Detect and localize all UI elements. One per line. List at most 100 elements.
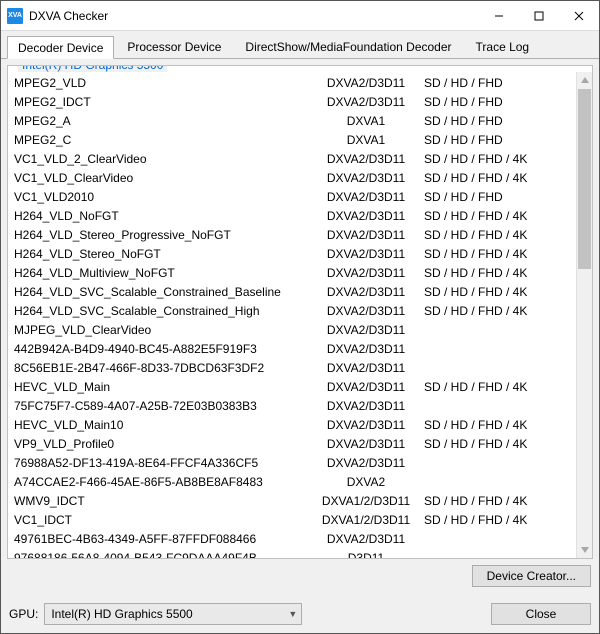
gpu-select[interactable]: Intel(R) HD Graphics 5500 ▼ xyxy=(44,603,302,625)
decoder-resolutions: SD / HD / FHD xyxy=(420,131,588,150)
scroll-up-button[interactable] xyxy=(577,72,592,88)
decoder-api: DXVA2/D3D11 xyxy=(312,530,420,549)
decoder-api: DXVA1 xyxy=(312,131,420,150)
decoder-name: VC1_VLD_ClearVideo xyxy=(14,169,312,188)
decoder-resolutions xyxy=(420,359,588,378)
decoder-api: DXVA2/D3D11 xyxy=(312,378,420,397)
decoder-resolutions: SD / HD / FHD / 4K xyxy=(420,283,588,302)
table-row[interactable]: VC1_VLD_ClearVideoDXVA2/D3D11SD / HD / F… xyxy=(14,169,588,188)
decoder-api: DXVA1/2/D3D11 xyxy=(312,511,420,530)
decoder-resolutions: SD / HD / FHD / 4K xyxy=(420,226,588,245)
table-row[interactable]: MPEG2_VLDDXVA2/D3D11SD / HD / FHD xyxy=(14,74,588,93)
table-row[interactable]: VC1_VLD_2_ClearVideoDXVA2/D3D11SD / HD /… xyxy=(14,150,588,169)
decoder-api: DXVA2/D3D11 xyxy=(312,302,420,321)
table-row[interactable]: H264_VLD_SVC_Scalable_Constrained_HighDX… xyxy=(14,302,588,321)
scroll-thumb[interactable] xyxy=(578,89,591,269)
decoder-resolutions: SD / HD / FHD / 4K xyxy=(420,378,588,397)
app-icon: XVA xyxy=(7,8,23,24)
decoder-api: DXVA1 xyxy=(312,112,420,131)
decoder-api: DXVA2/D3D11 xyxy=(312,264,420,283)
decoder-resolutions xyxy=(420,549,588,558)
decoder-api: DXVA2/D3D11 xyxy=(312,416,420,435)
tab-directshow-mediafoundation-decoder[interactable]: DirectShow/MediaFoundation Decoder xyxy=(234,35,462,58)
gpu-selected-value: Intel(R) HD Graphics 5500 xyxy=(51,607,192,621)
decoder-name: 76988A52-DF13-419A-8E64-FFCF4A336CF5 xyxy=(14,454,312,473)
table-row[interactable]: H264_VLD_NoFGTDXVA2/D3D11SD / HD / FHD /… xyxy=(14,207,588,226)
decoder-api: DXVA2 xyxy=(312,473,420,492)
decoder-name: H264_VLD_Multiview_NoFGT xyxy=(14,264,312,283)
decoder-name: 75FC75F7-C589-4A07-A25B-72E03B0383B3 xyxy=(14,397,312,416)
table-row[interactable]: 49761BEC-4B63-4349-A5FF-87FFDF088466DXVA… xyxy=(14,530,588,549)
decoder-resolutions: SD / HD / FHD / 4K xyxy=(420,245,588,264)
decoder-name: HEVC_VLD_Main10 xyxy=(14,416,312,435)
gpu-label: GPU: xyxy=(9,607,38,621)
decoder-resolutions xyxy=(420,340,588,359)
decoder-resolutions: SD / HD / FHD / 4K xyxy=(420,150,588,169)
decoder-resolutions: SD / HD / FHD xyxy=(420,74,588,93)
decoder-name: MJPEG_VLD_ClearVideo xyxy=(14,321,312,340)
decoder-api: DXVA2/D3D11 xyxy=(312,245,420,264)
decoder-resolutions: SD / HD / FHD / 4K xyxy=(420,492,588,511)
table-row[interactable]: H264_VLD_SVC_Scalable_Constrained_Baseli… xyxy=(14,283,588,302)
decoder-name: WMV9_IDCT xyxy=(14,492,312,511)
decoder-resolutions: SD / HD / FHD xyxy=(420,93,588,112)
decoder-name: MPEG2_A xyxy=(14,112,312,131)
table-row[interactable]: H264_VLD_Stereo_Progressive_NoFGTDXVA2/D… xyxy=(14,226,588,245)
vertical-scrollbar[interactable] xyxy=(576,72,592,558)
tab-decoder-device[interactable]: Decoder Device xyxy=(7,36,114,59)
decoder-name: H264_VLD_Stereo_Progressive_NoFGT xyxy=(14,226,312,245)
decoder-api: DXVA2/D3D11 xyxy=(312,435,420,454)
decoder-api: DXVA2/D3D11 xyxy=(312,150,420,169)
app-window: XVA DXVA Checker Decoder Device Processo… xyxy=(0,0,600,634)
scroll-track[interactable] xyxy=(577,270,592,542)
table-row[interactable]: H264_VLD_Stereo_NoFGTDXVA2/D3D11SD / HD … xyxy=(14,245,588,264)
scroll-down-button[interactable] xyxy=(577,542,592,558)
decoder-api: DXVA2/D3D11 xyxy=(312,321,420,340)
tab-trace-log[interactable]: Trace Log xyxy=(465,35,541,58)
decoder-api: D3D11 xyxy=(312,549,420,558)
table-row[interactable]: MPEG2_ADXVA1SD / HD / FHD xyxy=(14,112,588,131)
decoder-api: DXVA2/D3D11 xyxy=(312,359,420,378)
table-row[interactable]: MPEG2_IDCTDXVA2/D3D11SD / HD / FHD xyxy=(14,93,588,112)
decoder-resolutions: SD / HD / FHD xyxy=(420,112,588,131)
decoder-api: DXVA2/D3D11 xyxy=(312,340,420,359)
table-row[interactable]: 8C56EB1E-2B47-466F-8D33-7DBCD63F3DF2DXVA… xyxy=(14,359,588,378)
decoder-name: 442B942A-B4D9-4940-BC45-A882E5F919F3 xyxy=(14,340,312,359)
minimize-button[interactable] xyxy=(479,1,519,31)
table-row[interactable]: H264_VLD_Multiview_NoFGTDXVA2/D3D11SD / … xyxy=(14,264,588,283)
maximize-button[interactable] xyxy=(519,1,559,31)
table-row[interactable]: 97688186-56A8-4094-B543-FC9DAAA49F4BD3D1… xyxy=(14,549,588,558)
decoder-api: DXVA1/2/D3D11 xyxy=(312,492,420,511)
close-button[interactable]: Close xyxy=(491,603,591,625)
table-row[interactable]: HEVC_VLD_Main10DXVA2/D3D11SD / HD / FHD … xyxy=(14,416,588,435)
decoder-api: DXVA2/D3D11 xyxy=(312,74,420,93)
decoder-resolutions: SD / HD / FHD / 4K xyxy=(420,169,588,188)
table-row[interactable]: 75FC75F7-C589-4A07-A25B-72E03B0383B3DXVA… xyxy=(14,397,588,416)
decoder-resolutions xyxy=(420,397,588,416)
decoder-list[interactable]: MPEG2_VLDDXVA2/D3D11SD / HD / FHDMPEG2_I… xyxy=(8,72,592,558)
table-row[interactable]: HEVC_VLD_MainDXVA2/D3D11SD / HD / FHD / … xyxy=(14,378,588,397)
decoder-name: VP9_VLD_Profile0 xyxy=(14,435,312,454)
table-row[interactable]: WMV9_IDCTDXVA1/2/D3D11SD / HD / FHD / 4K xyxy=(14,492,588,511)
table-row[interactable]: 76988A52-DF13-419A-8E64-FFCF4A336CF5DXVA… xyxy=(14,454,588,473)
device-creator-button[interactable]: Device Creator... xyxy=(472,565,591,587)
group-title: Intel(R) HD Graphics 5500 xyxy=(18,65,167,72)
table-row[interactable]: VP9_VLD_Profile0DXVA2/D3D11SD / HD / FHD… xyxy=(14,435,588,454)
table-row[interactable]: VC1_VLD2010DXVA2/D3D11SD / HD / FHD xyxy=(14,188,588,207)
close-window-button[interactable] xyxy=(559,1,599,31)
decoder-resolutions: SD / HD / FHD / 4K xyxy=(420,264,588,283)
table-row[interactable]: A74CCAE2-F466-45AE-86F5-AB8BE8AF8483DXVA… xyxy=(14,473,588,492)
table-row[interactable]: MJPEG_VLD_ClearVideoDXVA2/D3D11 xyxy=(14,321,588,340)
decoder-api: DXVA2/D3D11 xyxy=(312,283,420,302)
tab-processor-device[interactable]: Processor Device xyxy=(116,35,232,58)
decoder-resolutions xyxy=(420,454,588,473)
decoder-name: VC1_IDCT xyxy=(14,511,312,530)
table-row[interactable]: 442B942A-B4D9-4940-BC45-A882E5F919F3DXVA… xyxy=(14,340,588,359)
decoder-api: DXVA2/D3D11 xyxy=(312,207,420,226)
decoder-name: H264_VLD_Stereo_NoFGT xyxy=(14,245,312,264)
decoder-api: DXVA2/D3D11 xyxy=(312,93,420,112)
decoder-resolutions xyxy=(420,530,588,549)
tab-bar: Decoder Device Processor Device DirectSh… xyxy=(1,31,599,59)
table-row[interactable]: MPEG2_CDXVA1SD / HD / FHD xyxy=(14,131,588,150)
table-row[interactable]: VC1_IDCTDXVA1/2/D3D11SD / HD / FHD / 4K xyxy=(14,511,588,530)
